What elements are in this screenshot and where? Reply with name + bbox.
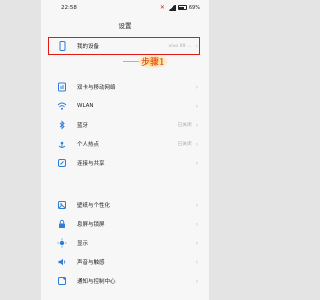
hotspot-icon bbox=[57, 139, 67, 149]
step-annotation: 步骤1 bbox=[138, 55, 168, 68]
settings-item-dual-sim[interactable]: 双卡与移动网络 › bbox=[41, 77, 209, 97]
chevron-right-icon: › bbox=[195, 277, 198, 285]
chevron-right-icon: › bbox=[195, 83, 198, 91]
display-icon bbox=[57, 238, 67, 248]
palette-icon bbox=[57, 200, 67, 210]
settings-item-hotspot[interactable]: 个人热点 已关闭 › bbox=[41, 134, 209, 154]
chevron-right-icon: › bbox=[195, 201, 198, 209]
bluetooth-icon bbox=[57, 120, 67, 130]
settings-item-label: 双卡与移动网络 bbox=[77, 85, 116, 91]
link-icon bbox=[57, 158, 67, 168]
highlight-box bbox=[48, 37, 200, 55]
chevron-right-icon: › bbox=[195, 121, 198, 129]
settings-item-label: 息屏与锁屏 bbox=[77, 222, 105, 228]
chevron-right-icon: › bbox=[195, 102, 198, 110]
settings-item-label: 个人热点 bbox=[77, 142, 100, 148]
settings-item-label: 蓝牙 bbox=[77, 123, 89, 129]
sound-icon bbox=[57, 257, 67, 267]
chevron-right-icon: › bbox=[195, 239, 198, 247]
status-bar: 22:58 ✕ 69% bbox=[41, 0, 209, 18]
settings-item-label: 连接与共享 bbox=[77, 161, 105, 167]
settings-item-value: 已关闭 bbox=[177, 142, 192, 147]
settings-item-value: 已关闭 bbox=[177, 123, 192, 128]
settings-item-label: 壁纸与个性化 bbox=[77, 203, 111, 209]
settings-item-wallpaper[interactable]: 壁纸与个性化 › bbox=[41, 195, 209, 215]
settings-item-display[interactable]: 显示 › bbox=[41, 233, 209, 253]
no-signal-icon: ✕ bbox=[159, 4, 165, 11]
settings-item-label: 声音与触感 bbox=[77, 260, 105, 266]
page-title: 设置 bbox=[118, 22, 132, 30]
settings-item-bluetooth[interactable]: 蓝牙 已关闭 › bbox=[41, 115, 209, 135]
chevron-right-icon: › bbox=[195, 140, 198, 148]
lock-screen-icon bbox=[57, 219, 67, 229]
wifi-icon bbox=[57, 101, 67, 111]
settings-screen: 22:58 ✕ 69% 设置 我的设备 vivo X9 … › 双卡与移动网络 … bbox=[41, 0, 209, 300]
settings-item-label: 通知与控制中心 bbox=[77, 279, 116, 285]
settings-item-label: WLAN bbox=[77, 103, 94, 109]
signal-icon bbox=[166, 4, 176, 11]
sim-card-icon bbox=[57, 82, 67, 92]
settings-item-lock-screen[interactable]: 息屏与锁屏 › bbox=[41, 214, 209, 234]
status-icons: ✕ 69% bbox=[160, 4, 200, 11]
annotation-pointer bbox=[123, 61, 139, 62]
status-time: 22:58 bbox=[61, 5, 77, 11]
battery-percent: 69% bbox=[188, 4, 200, 11]
settings-item-connection-sharing[interactable]: 连接与共享 › bbox=[41, 153, 209, 173]
settings-item-sound[interactable]: 声音与触感 › bbox=[41, 252, 209, 272]
settings-item-wlan[interactable]: WLAN › bbox=[41, 96, 209, 116]
chevron-right-icon: › bbox=[195, 258, 198, 266]
chevron-right-icon: › bbox=[195, 220, 198, 228]
settings-item-label: 显示 bbox=[77, 241, 89, 247]
settings-item-notifications[interactable]: 通知与控制中心 › bbox=[41, 271, 209, 291]
notification-icon bbox=[57, 276, 67, 286]
chevron-right-icon: › bbox=[195, 159, 198, 167]
battery-icon bbox=[177, 5, 187, 10]
